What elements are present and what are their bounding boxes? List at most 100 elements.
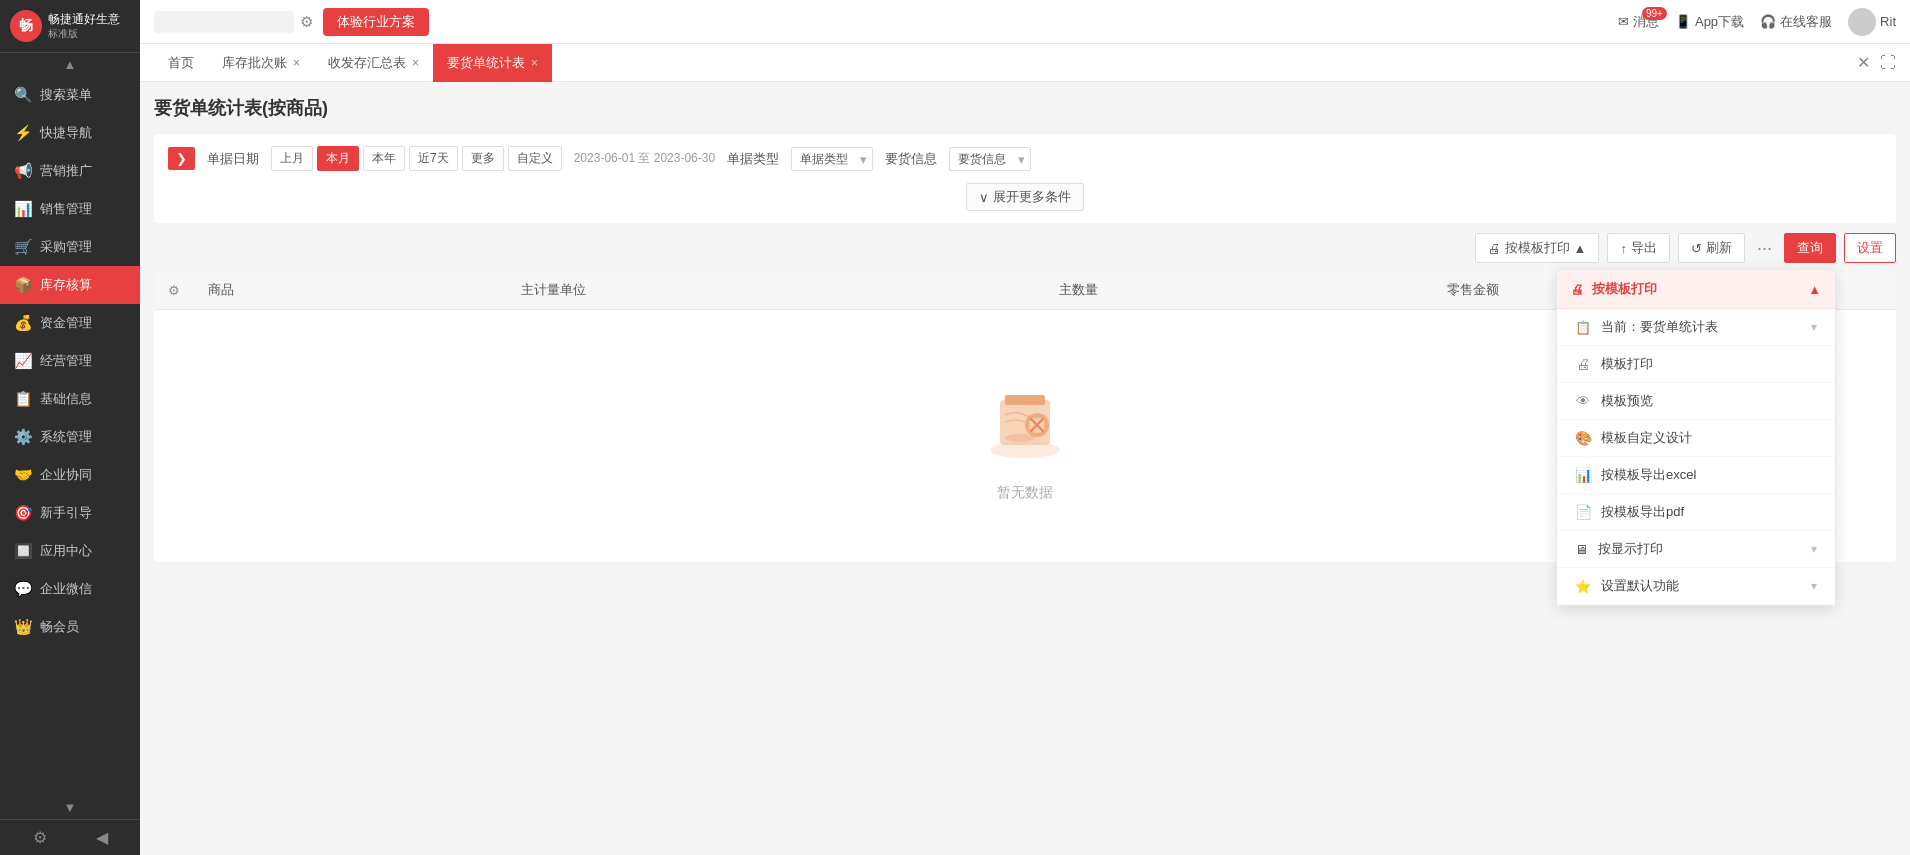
- order-info-select[interactable]: 要货信息: [949, 147, 1031, 171]
- print-template-btn[interactable]: 🖨 按模板打印 ▲: [1475, 233, 1600, 263]
- topbar-search-input[interactable]: [154, 11, 294, 33]
- sidebar-label-search: 搜索菜单: [40, 86, 92, 104]
- sidebar-item-purchase[interactable]: 🛒采购管理: [0, 228, 140, 266]
- template-print-item[interactable]: 🖨 模板打印: [1557, 346, 1835, 383]
- dropdown-header-left: 🖨 按模板打印: [1571, 280, 1657, 298]
- tabbar: 首页 库存批次账 × 收发存汇总表 × 要货单统计表 × ✕ ⛶: [140, 44, 1910, 82]
- filter-row: ❯ 单据日期 上月 本月 本年 近7天 更多 自定义 2023-06-01 至 …: [168, 146, 1882, 171]
- tab-inventory-batch[interactable]: 库存批次账 ×: [208, 44, 314, 82]
- filter-toggle-btn[interactable]: ❯: [168, 147, 195, 170]
- set-default-item[interactable]: ⭐ 设置默认功能 ▾: [1557, 568, 1835, 605]
- sidebar-item-sales[interactable]: 📊销售管理: [0, 190, 140, 228]
- last7days-btn[interactable]: 近7天: [409, 146, 458, 171]
- current-template-item[interactable]: 📋 当前：要货单统计表 ▾: [1557, 309, 1835, 346]
- date-buttons: 上月 本月 本年 近7天 更多 自定义: [271, 146, 562, 171]
- sidebar-item-marketing[interactable]: 📢营销推广: [0, 152, 140, 190]
- tab-inventory-batch-close[interactable]: ×: [293, 56, 300, 70]
- refresh-label: 刷新: [1706, 239, 1732, 257]
- svg-rect-2: [1005, 395, 1045, 405]
- display-print-item[interactable]: 🖥 按显示打印 ▾: [1557, 531, 1835, 568]
- custom-date-btn[interactable]: 自定义: [508, 146, 562, 171]
- doc-type-select[interactable]: 单据类型: [791, 147, 873, 171]
- tab-receipt-summary[interactable]: 收发存汇总表 ×: [314, 44, 433, 82]
- message-badge: 99+: [1642, 7, 1667, 20]
- svg-point-7: [1005, 434, 1035, 442]
- date-range: 2023-06-01 至 2023-06-30: [574, 150, 715, 167]
- th-unit: 主计量单位: [507, 271, 1045, 310]
- chevron-down-icon: ▾: [1811, 320, 1817, 334]
- sidebar-item-shortcut[interactable]: ⚡快捷导航: [0, 114, 140, 152]
- empty-illustration: [975, 370, 1075, 470]
- topbar-right: ✉ 消息 99+ 📱 App下载 🎧 在线客服 Rit: [1618, 8, 1896, 36]
- sidebar-item-search[interactable]: 🔍 搜索菜单: [0, 76, 140, 114]
- sidebar-item-inventory[interactable]: 📦库存核算: [0, 266, 140, 304]
- sidebar-item-basic[interactable]: 📋基础信息: [0, 380, 140, 418]
- dropdown-title: 按模板打印: [1592, 280, 1657, 298]
- tab-receipt-summary-close[interactable]: ×: [412, 56, 419, 70]
- export-btn[interactable]: ↑ 导出: [1607, 233, 1670, 263]
- excel-icon: 📊: [1575, 467, 1591, 483]
- sidebar-item-system[interactable]: ⚙️系统管理: [0, 418, 140, 456]
- message-btn[interactable]: ✉ 消息 99+: [1618, 13, 1659, 31]
- sidebar-item-operation[interactable]: 📈经营管理: [0, 342, 140, 380]
- sidebar-label-apps: 应用中心: [40, 542, 92, 560]
- sidebar: 畅 畅捷通好生意 标准版 ▲ 🔍 搜索菜单 ⚡快捷导航📢营销推广📊销售管理🛒采购管理…: [0, 0, 140, 855]
- tab-home-label: 首页: [168, 54, 194, 72]
- topbar: ⚙ 体验行业方案 ✉ 消息 99+ 📱 App下载 🎧 在线客服 Rit: [140, 0, 1910, 44]
- more-actions-btn[interactable]: ···: [1753, 238, 1776, 259]
- template-custom-item[interactable]: 🎨 模板自定义设计: [1557, 420, 1835, 457]
- query-btn[interactable]: 查询: [1784, 233, 1836, 263]
- query-label: 查询: [1797, 239, 1823, 257]
- headset-icon: 🎧: [1760, 14, 1776, 29]
- tab-home[interactable]: 首页: [154, 44, 208, 82]
- template-custom-label: 模板自定义设计: [1601, 429, 1692, 447]
- collapse-icon[interactable]: ◀: [96, 828, 108, 847]
- prev-month-btn[interactable]: 上月: [271, 146, 313, 171]
- sidebar-item-enterprise[interactable]: 🤝企业协同: [0, 456, 140, 494]
- settings-btn[interactable]: 设置: [1844, 233, 1896, 263]
- refresh-btn[interactable]: ↺ 刷新: [1678, 233, 1745, 263]
- app-logo: 畅 畅捷通好生意 标准版: [0, 0, 140, 53]
- sidebar-item-apps[interactable]: 🔲应用中心: [0, 532, 140, 570]
- tabbar-close-all[interactable]: ✕: [1857, 53, 1870, 72]
- scroll-up-button[interactable]: ▲: [0, 53, 140, 76]
- template-preview-item[interactable]: 👁 模板预览: [1557, 383, 1835, 420]
- sidebar-item-member[interactable]: 👑畅会员: [0, 608, 140, 646]
- username: Rit: [1880, 14, 1896, 29]
- sidebar-item-newbie[interactable]: 🎯新手引导: [0, 494, 140, 532]
- online-service-label: 在线客服: [1780, 13, 1832, 31]
- online-service-btn[interactable]: 🎧 在线客服: [1760, 13, 1832, 31]
- export-icon: ↑: [1620, 241, 1627, 256]
- current-year-btn[interactable]: 本年: [363, 146, 405, 171]
- settings-icon[interactable]: ⚙: [33, 828, 47, 847]
- industry-btn[interactable]: 体验行业方案: [323, 8, 429, 36]
- dropdown-close-icon[interactable]: ▲: [1808, 282, 1821, 297]
- tabbar-expand[interactable]: ⛶: [1880, 54, 1896, 72]
- tabbar-right: ✕ ⛶: [1857, 53, 1896, 72]
- more-date-btn[interactable]: 更多: [462, 146, 504, 171]
- app-download-btn[interactable]: 📱 App下载: [1675, 13, 1744, 31]
- expand-more-btn[interactable]: ∨ 展开更多条件: [966, 183, 1084, 211]
- dropdown-header[interactable]: 🖨 按模板打印 ▲: [1557, 270, 1835, 309]
- template-export-pdf-item[interactable]: 📄 按模板导出pdf: [1557, 494, 1835, 531]
- logo-icon: 畅: [10, 10, 42, 42]
- tab-inventory-batch-label: 库存批次账: [222, 54, 287, 72]
- sidebar-label-enterprise: 企业协同: [40, 466, 92, 484]
- search-icon: 🔍: [14, 86, 32, 104]
- tab-receipt-summary-label: 收发存汇总表: [328, 54, 406, 72]
- template-export-excel-item[interactable]: 📊 按模板导出excel: [1557, 457, 1835, 494]
- sidebar-item-finance[interactable]: 💰资金管理: [0, 304, 140, 342]
- sidebar-nav: 🔍 搜索菜单 ⚡快捷导航📢营销推广📊销售管理🛒采购管理📦库存核算💰资金管理📈经营管理…: [0, 76, 140, 796]
- scroll-down-button[interactable]: ▼: [0, 796, 140, 819]
- sidebar-item-wechat[interactable]: 💬企业微信: [0, 570, 140, 608]
- user-avatar[interactable]: Rit: [1848, 8, 1896, 36]
- tab-order-stats[interactable]: 要货单统计表 ×: [433, 44, 552, 82]
- sales-icon: 📊: [14, 200, 32, 218]
- basic-icon: 📋: [14, 390, 32, 408]
- col-settings-icon[interactable]: ⚙: [168, 283, 180, 298]
- topbar-gear-icon[interactable]: ⚙: [300, 13, 313, 31]
- template-export-pdf-label: 按模板导出pdf: [1601, 503, 1684, 521]
- phone-icon: 📱: [1675, 14, 1691, 29]
- tab-order-stats-close[interactable]: ×: [531, 56, 538, 70]
- current-month-btn[interactable]: 本月: [317, 146, 359, 171]
